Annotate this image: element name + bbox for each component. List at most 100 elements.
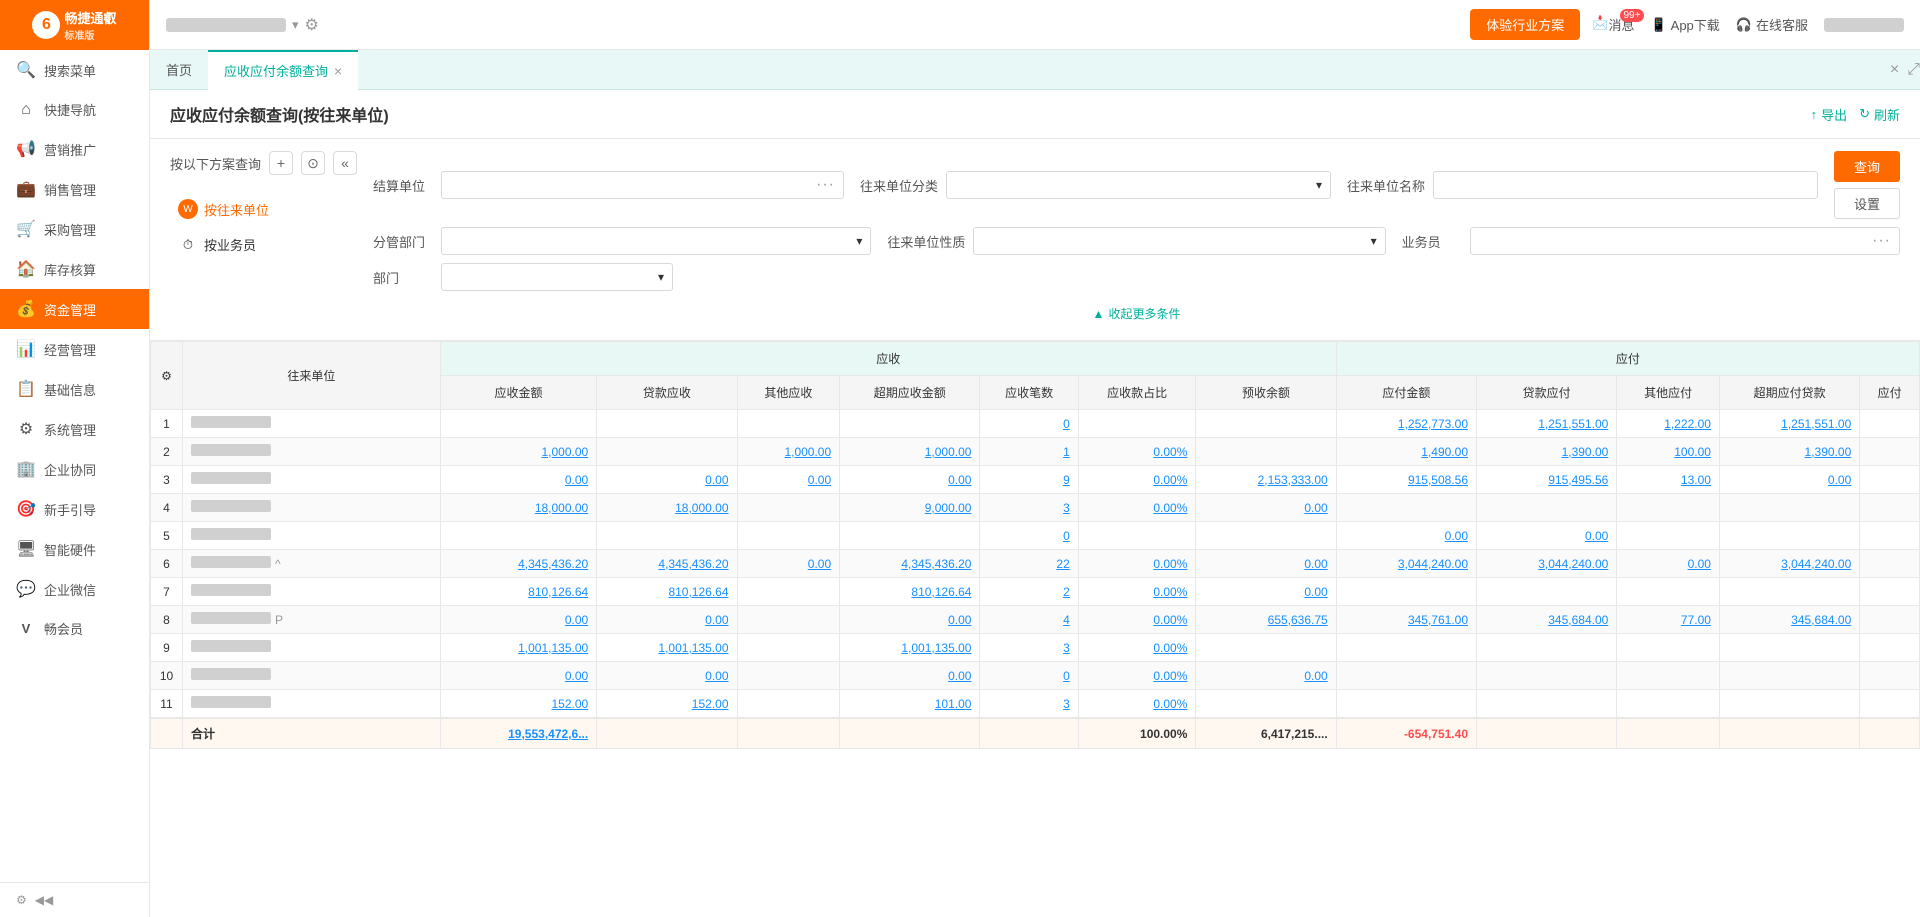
footer-settings-icon[interactable]: ⚙ [16, 893, 27, 907]
refresh-action[interactable]: ↻ 刷新 [1859, 105, 1900, 124]
sidebar-item-label: 基础信息 [44, 380, 96, 399]
dept-head-select[interactable]: ▾ [441, 227, 871, 255]
basic-icon: 📋 [16, 379, 36, 399]
query-button[interactable]: 查询 [1834, 151, 1900, 182]
footer-ar-prepay: 6,417,215.... [1196, 718, 1336, 749]
partner-nature-label: 往来单位性质 [887, 232, 965, 251]
footer-ar-count [980, 718, 1078, 749]
ar-prepay-header: 预收余额 [1196, 376, 1336, 410]
sidebar-item-quick-nav[interactable]: ⌂ 快捷导航 [0, 90, 149, 129]
sidebar-item-label: 快捷导航 [44, 100, 96, 119]
partner-nature-select[interactable]: ▾ [973, 227, 1385, 255]
row-num-cell: 2 [151, 438, 183, 466]
table-area[interactable]: ⚙ 往来单位 应收 应付 应收金额 贷款应收 其他应收 超 [150, 341, 1920, 917]
sidebar-item-inventory[interactable]: 🏠 库存核算 [0, 249, 149, 289]
sidebar-item-search-menu[interactable]: 🔍 搜索菜单 [0, 50, 149, 90]
table-row: 100.000.000.0000.00%0.00 [151, 662, 1920, 690]
edit-scheme-button[interactable]: ⊙ [301, 151, 325, 175]
table-row: 101,252,773.001,251,551.001,222.001,251,… [151, 410, 1920, 438]
sidebar-item-enterprise[interactable]: 🏢 企业协同 [0, 449, 149, 489]
app-download-action[interactable]: 📱 App下载 [1650, 15, 1719, 34]
refresh-icon: ↻ [1859, 106, 1870, 122]
customer-service-action[interactable]: 🎧 在线客服 [1736, 15, 1808, 34]
partner-blurred [191, 416, 271, 428]
settlement-input[interactable]: ··· [441, 171, 844, 199]
guide-icon: 🎯 [16, 499, 36, 519]
footer-ar-amount[interactable]: 19,553,472,6... [440, 718, 596, 749]
system-icon: ⚙ [16, 419, 36, 439]
ap-loan-header: 贷款应付 [1477, 376, 1617, 410]
filter-field-dept: 部门 ▾ [373, 263, 673, 291]
sidebar-item-wechat[interactable]: 💬 企业微信 [0, 569, 149, 609]
tab-ar-query[interactable]: 应收应付余额查询 × [208, 50, 358, 90]
dept-select[interactable]: ▾ [441, 263, 673, 291]
footer-ap-other [1617, 718, 1720, 749]
sidebar-item-member[interactable]: V 畅会员 [0, 609, 149, 648]
table-footer-row: 合计 19,553,472,6... 100.00% 6,417,215....… [151, 718, 1920, 749]
sidebar-item-system[interactable]: ⚙ 系统管理 [0, 409, 149, 449]
table-row: 11152.00152.00101.0030.00% [151, 690, 1920, 719]
sidebar-item-purchase[interactable]: 🛒 采购管理 [0, 209, 149, 249]
filter-field-partner-nature: 往来单位性质 ▾ [887, 227, 1385, 255]
ar-other-header: 其他应收 [737, 376, 840, 410]
table-row: 8P0.000.000.0040.00%655,636.75345,761.00… [151, 606, 1920, 634]
collapse-bar[interactable]: ▲ 收起更多条件 [373, 299, 1900, 328]
partner-category-label: 往来单位分类 [860, 176, 938, 195]
window-close-icon[interactable]: × [1890, 61, 1899, 79]
topbar-actions: 📩 消息 99+ 📱 App下载 🎧 在线客服 [1592, 15, 1904, 34]
message-badge: 99+ [1620, 9, 1645, 22]
export-icon: ↑ [1811, 107, 1818, 122]
tab-close-icon[interactable]: × [334, 63, 342, 79]
filter-field-dept-head: 分管部门 ▾ [373, 227, 871, 255]
settings-col-header[interactable]: ⚙ [151, 342, 183, 410]
tabbar: 首页 应收应付余额查询 × × ⤢ [150, 50, 1920, 90]
footer-ar-overdue [840, 718, 980, 749]
sidebar-item-sales[interactable]: 💼 销售管理 [0, 169, 149, 209]
sidebar-item-basic[interactable]: 📋 基础信息 [0, 369, 149, 409]
footer-settings-cell [151, 718, 183, 749]
scheme-partner-icon: W [178, 199, 198, 219]
table-row: 6^4,345,436.204,345,436.200.004,345,436.… [151, 550, 1920, 578]
filter-row-2: 分管部门 ▾ 往来单位性质 ▾ 业务员 [373, 227, 1900, 255]
scheme-by-partner[interactable]: W 按往来单位 [170, 195, 357, 223]
salesman-input[interactable]: ··· [1470, 227, 1900, 255]
sidebar-item-label: 新手引导 [44, 500, 96, 519]
collapse-scheme-button[interactable]: « [333, 151, 357, 175]
add-scheme-button[interactable]: + [269, 151, 293, 175]
search-icon: 🔍 [16, 60, 36, 80]
tab-home[interactable]: 首页 [150, 50, 208, 90]
table-row: 30.000.000.000.0090.00%2,153,333.00915,5… [151, 466, 1920, 494]
sidebar-item-label: 畅会员 [44, 619, 83, 638]
partner-cell [183, 634, 441, 662]
footer-ap-overdue [1719, 718, 1859, 749]
footer-label-cell: 合计 [183, 718, 441, 749]
window-expand-icon[interactable]: ⤢ [1907, 61, 1920, 79]
export-action[interactable]: ↑ 导出 [1811, 105, 1848, 124]
topbar: ▾ ⚙ 体验行业方案 📩 消息 99+ 📱 App下载 🎧 在线客服 [150, 0, 1920, 50]
sidebar-item-marketing[interactable]: 📢 营销推广 [0, 129, 149, 169]
marketing-icon: 📢 [16, 139, 36, 159]
app-download-icon: 📱 [1650, 17, 1666, 33]
gear-icon[interactable]: ⚙ [305, 15, 319, 35]
message-action[interactable]: 📩 消息 99+ [1592, 15, 1634, 34]
industry-solution-button[interactable]: 体验行业方案 [1470, 9, 1580, 40]
sidebar-item-guide[interactable]: 🎯 新手引导 [0, 489, 149, 529]
partner-cell [183, 522, 441, 550]
sidebar-item-hardware[interactable]: 🖥 智能硬件 [0, 529, 149, 569]
dept-arrow-icon: ▾ [658, 270, 664, 284]
partner-name-input[interactable] [1433, 171, 1818, 199]
operation-icon: 📊 [16, 339, 36, 359]
partner-category-select[interactable]: ▾ [946, 171, 1331, 199]
row-num-cell: 11 [151, 690, 183, 719]
scheme-by-salesman[interactable]: ⏱ 按业务员 [170, 231, 357, 258]
sidebar-item-operation[interactable]: 📊 经营管理 [0, 329, 149, 369]
sidebar-item-capital[interactable]: 💰 资金管理 [0, 289, 149, 329]
page-title: 应收应付余额查询(按往来单位) [170, 102, 389, 126]
partner-cell [183, 662, 441, 690]
sidebar-item-label: 智能硬件 [44, 540, 96, 559]
footer-collapse-icon[interactable]: ◀◀ [35, 893, 53, 907]
settings-button[interactable]: 设置 [1834, 188, 1900, 219]
table-settings-icon[interactable]: ⚙ [161, 369, 172, 383]
filter-fields: 结算单位 ··· 往来单位分类 ▾ 往来单位 [373, 151, 1900, 328]
home-icon: ⌂ [16, 101, 36, 119]
